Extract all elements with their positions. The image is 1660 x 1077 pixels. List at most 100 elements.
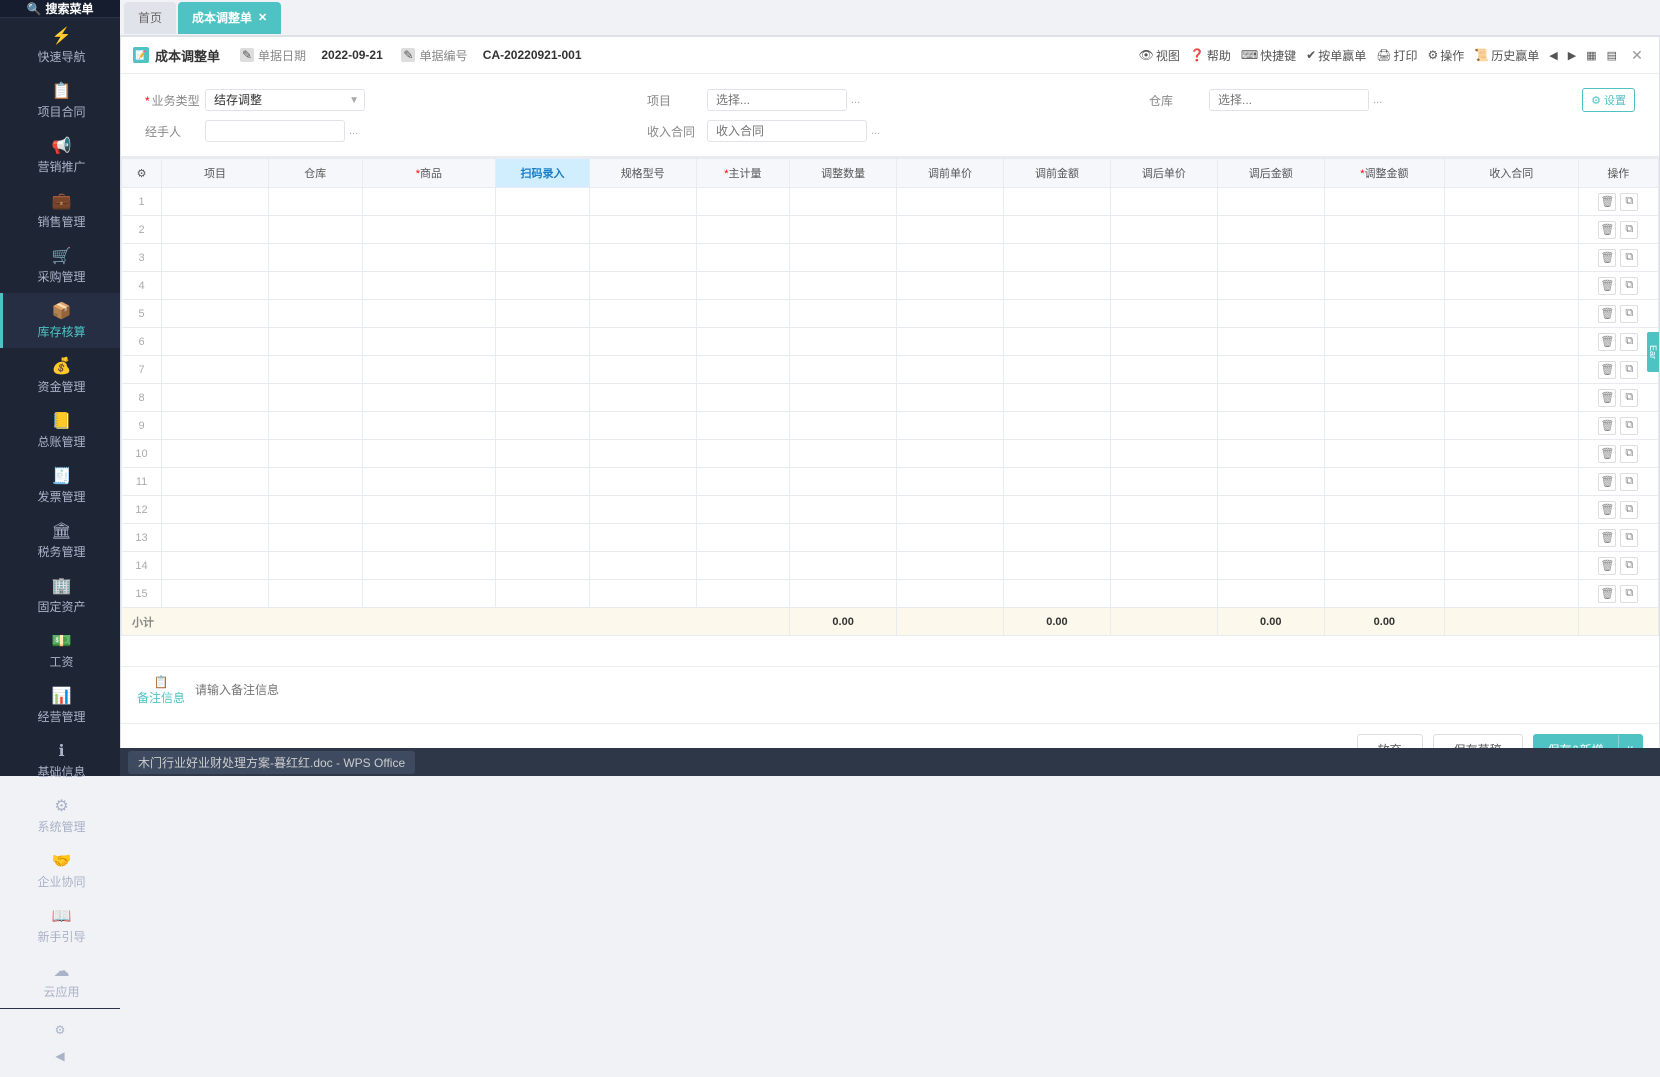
row-12-copy-btn[interactable]: ⧉ [1620, 501, 1638, 519]
tab-close-icon[interactable]: ✕ [258, 11, 267, 24]
row-9-spec[interactable] [589, 412, 696, 440]
row-7-after-amount[interactable] [1217, 356, 1324, 384]
row-11-copy-btn[interactable]: ⧉ [1620, 473, 1638, 491]
row-3-after-amount[interactable] [1217, 244, 1324, 272]
row-8-before-amount[interactable] [1004, 384, 1111, 412]
row-9-product[interactable] [362, 412, 496, 440]
row-15-copy-btn[interactable]: ⧉ [1620, 585, 1638, 603]
row-3-warehouse[interactable] [269, 244, 363, 272]
row-6-after-price[interactable] [1110, 328, 1217, 356]
row-14-before-amount[interactable] [1004, 552, 1111, 580]
row-13-before-price[interactable] [897, 524, 1004, 552]
row-5-adjust-amount[interactable] [1324, 300, 1444, 328]
row-13-copy-btn[interactable]: ⧉ [1620, 529, 1638, 547]
row-2-copy-btn[interactable]: ⧉ [1620, 221, 1638, 239]
row-12-income-contract[interactable] [1445, 496, 1579, 524]
row-15-warehouse[interactable] [269, 580, 363, 608]
row-13-before-amount[interactable] [1004, 524, 1111, 552]
row-6-adjust-qty[interactable] [790, 328, 897, 356]
row-2-adjust-amount[interactable] [1324, 216, 1444, 244]
row-15-scan[interactable] [496, 580, 590, 608]
sidebar-item-basic-info[interactable]: ℹ 基础信息 [0, 733, 120, 788]
row-2-income-contract[interactable] [1445, 216, 1579, 244]
sidebar-item-purchase-mgmt[interactable]: 🛒 采购管理 [0, 238, 120, 293]
remarks-input[interactable] [195, 675, 1643, 715]
row-4-after-amount[interactable] [1217, 272, 1324, 300]
income-contract-dots[interactable]: ... [871, 125, 880, 137]
row-1-adjust-amount[interactable] [1324, 188, 1444, 216]
row-3-project[interactable] [162, 244, 269, 272]
row-2-delete-btn[interactable]: 🗑 [1598, 221, 1616, 239]
row-1-copy-btn[interactable]: ⧉ [1620, 193, 1638, 211]
row-3-spec[interactable] [589, 244, 696, 272]
row-4-project[interactable] [162, 272, 269, 300]
row-8-income-contract[interactable] [1445, 384, 1579, 412]
row-6-project[interactable] [162, 328, 269, 356]
row-7-unit[interactable] [696, 356, 790, 384]
row-15-delete-btn[interactable]: 🗑 [1598, 585, 1616, 603]
tab-cost-adjust[interactable]: 成本调整单 ✕ [178, 2, 281, 34]
row-14-scan[interactable] [496, 552, 590, 580]
row-7-spec[interactable] [589, 356, 696, 384]
row-7-scan[interactable] [496, 356, 590, 384]
row-12-scan[interactable] [496, 496, 590, 524]
row-6-income-contract[interactable] [1445, 328, 1579, 356]
row-6-product[interactable] [362, 328, 496, 356]
row-11-product[interactable] [362, 468, 496, 496]
sidebar-item-tax-mgmt[interactable]: 🏛 税务管理 [0, 513, 120, 568]
row-15-after-amount[interactable] [1217, 580, 1324, 608]
row-14-copy-btn[interactable]: ⧉ [1620, 557, 1638, 575]
row-6-scan[interactable] [496, 328, 590, 356]
row-5-product[interactable] [362, 300, 496, 328]
row-8-after-amount[interactable] [1217, 384, 1324, 412]
row-1-after-price[interactable] [1110, 188, 1217, 216]
row-15-project[interactable] [162, 580, 269, 608]
date-edit-icon[interactable]: ✎ [240, 48, 254, 62]
row-9-income-contract[interactable] [1445, 412, 1579, 440]
action-print[interactable]: 🖨打印 [1376, 47, 1417, 64]
settings-bottom-btn[interactable]: ⚙ [0, 1017, 120, 1043]
row-5-after-amount[interactable] [1217, 300, 1324, 328]
row-11-before-amount[interactable] [1004, 468, 1111, 496]
row-4-scan[interactable] [496, 272, 590, 300]
action-history[interactable]: 📜历史赢单 [1474, 47, 1539, 64]
row-3-copy-btn[interactable]: ⧉ [1620, 249, 1638, 267]
row-8-warehouse[interactable] [269, 384, 363, 412]
row-10-after-price[interactable] [1110, 440, 1217, 468]
row-3-before-amount[interactable] [1004, 244, 1111, 272]
row-7-warehouse[interactable] [269, 356, 363, 384]
row-10-adjust-qty[interactable] [790, 440, 897, 468]
row-9-adjust-qty[interactable] [790, 412, 897, 440]
income-contract-input[interactable] [707, 120, 867, 142]
row-9-scan[interactable] [496, 412, 590, 440]
action-view[interactable]: 👁视图 [1139, 47, 1180, 64]
sidebar-item-invoice-mgmt[interactable]: 🧾 发票管理 [0, 458, 120, 513]
row-13-project[interactable] [162, 524, 269, 552]
row-5-income-contract[interactable] [1445, 300, 1579, 328]
row-13-scan[interactable] [496, 524, 590, 552]
row-5-after-price[interactable] [1110, 300, 1217, 328]
row-11-unit[interactable] [696, 468, 790, 496]
row-2-scan[interactable] [496, 216, 590, 244]
row-9-warehouse[interactable] [269, 412, 363, 440]
row-4-after-price[interactable] [1110, 272, 1217, 300]
row-10-product[interactable] [362, 440, 496, 468]
row-10-unit[interactable] [696, 440, 790, 468]
row-9-delete-btn[interactable]: 🗑 [1598, 417, 1616, 435]
row-7-adjust-amount[interactable] [1324, 356, 1444, 384]
row-15-before-amount[interactable] [1004, 580, 1111, 608]
collapse-btn[interactable]: ◀ [0, 1043, 120, 1069]
row-11-warehouse[interactable] [269, 468, 363, 496]
row-13-unit[interactable] [696, 524, 790, 552]
row-15-product[interactable] [362, 580, 496, 608]
row-8-product[interactable] [362, 384, 496, 412]
row-6-adjust-amount[interactable] [1324, 328, 1444, 356]
handler-dots[interactable]: ... [349, 125, 358, 137]
row-1-adjust-qty[interactable] [790, 188, 897, 216]
row-12-before-amount[interactable] [1004, 496, 1111, 524]
row-4-income-contract[interactable] [1445, 272, 1579, 300]
row-15-adjust-qty[interactable] [790, 580, 897, 608]
action-nav-next[interactable]: ▶ [1568, 49, 1576, 62]
row-6-after-amount[interactable] [1217, 328, 1324, 356]
row-4-before-price[interactable] [897, 272, 1004, 300]
